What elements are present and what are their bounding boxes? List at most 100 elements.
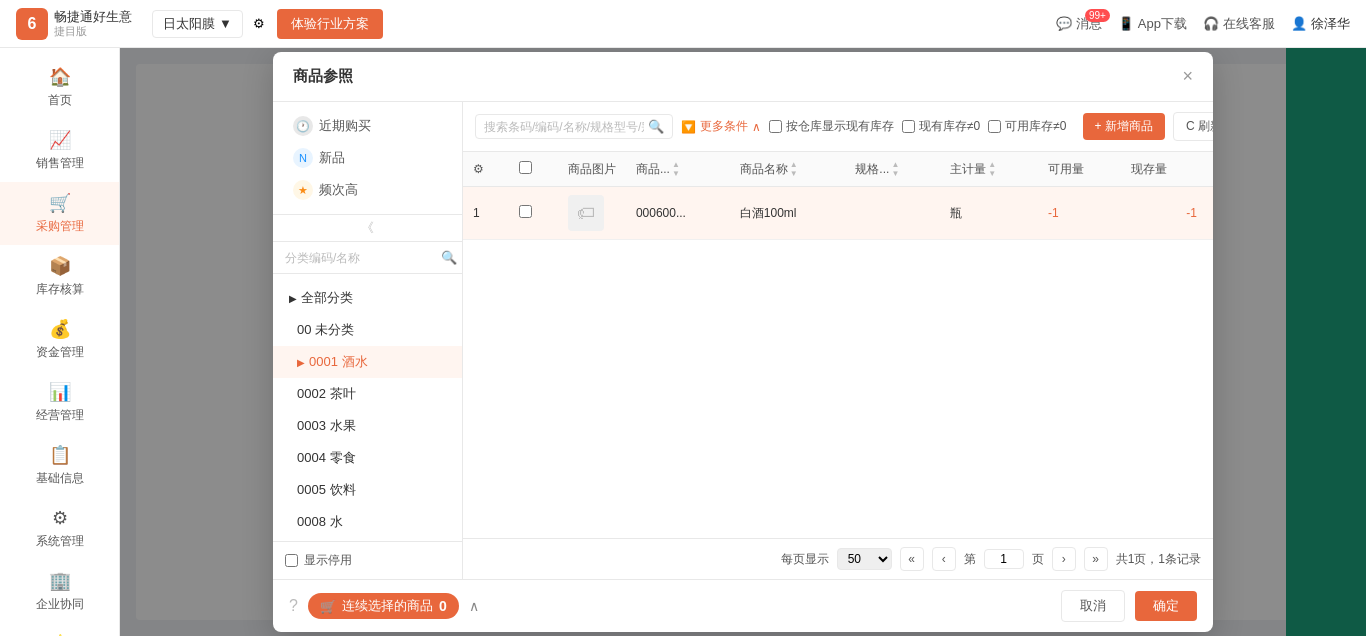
new-product-icon: N	[293, 148, 313, 168]
sidebar-item-home[interactable]: 🏠 首页	[0, 56, 119, 119]
sidebar-item-purchase[interactable]: 🛒 采购管理	[0, 182, 119, 245]
cat-item-tea[interactable]: 0002 茶叶	[273, 378, 462, 410]
row-checkbox[interactable]	[519, 205, 532, 218]
enterprise-icon: 🏢	[49, 570, 71, 592]
sidebar-item-inventory[interactable]: 📦 库存核算	[0, 245, 119, 308]
logo-area: 6 畅捷通好生意 捷目版	[16, 8, 132, 40]
modal-title: 商品参照	[293, 67, 353, 86]
refresh-btn[interactable]: C 刷新	[1173, 112, 1213, 141]
per-page-select[interactable]: 50 100 200	[837, 548, 892, 570]
app-download-btn[interactable]: 📱 App下载	[1118, 15, 1187, 33]
system-icon: ⚙	[52, 507, 68, 529]
modal-footer: ? 🛒 连续选择的商品 0 ∧ 取消 确定	[273, 579, 1213, 632]
page-next-btn[interactable]: ›	[1052, 547, 1076, 571]
messages-btn[interactable]: 💬 消息 99+	[1056, 15, 1102, 33]
col-settings[interactable]: ⚙	[463, 152, 509, 187]
sales-icon: 📈	[49, 129, 71, 151]
sidebar-item-home-label: 首页	[48, 92, 72, 109]
continuous-select-label: 连续选择的商品	[342, 597, 433, 615]
category-search-input[interactable]	[285, 251, 435, 265]
category-search-icon[interactable]: 🔍	[441, 250, 457, 265]
confirm-btn[interactable]: 确定	[1135, 591, 1197, 621]
page-number-input[interactable]	[984, 549, 1024, 569]
main-layout: 🏠 首页 📈 销售管理 🛒 采购管理 📦 库存核算 💰 资金管理 📊 经营管理 …	[0, 48, 1366, 636]
col-usable[interactable]: 可用量	[1038, 152, 1121, 187]
cart-badge-btn[interactable]: 🛒 连续选择的商品 0	[308, 593, 459, 619]
cat-item-water[interactable]: 0008 水	[273, 506, 462, 538]
product-thumb: 🏷	[568, 195, 604, 231]
stock-ne0-checkbox[interactable]	[902, 120, 915, 133]
quick-item-new[interactable]: N 新品	[285, 142, 450, 174]
quick-item-recent[interactable]: 🕐 近期购买	[285, 110, 450, 142]
cat-item-all[interactable]: ▶ 全部分类	[273, 282, 462, 314]
warehouse-stock-checkbox-label[interactable]: 按仓库显示现有库存	[769, 118, 894, 135]
sidebar-item-basic-info[interactable]: 📋 基础信息	[0, 434, 119, 497]
cart-icon: 🛒	[320, 599, 336, 614]
operations-icon: 📊	[49, 381, 71, 403]
topbar-actions: 💬 消息 99+ 📱 App下载 🎧 在线客服 👤 徐泽华	[1056, 15, 1350, 33]
page-last-btn[interactable]: »	[1084, 547, 1108, 571]
store-selector[interactable]: 日太阳膜 ▼	[152, 10, 243, 38]
product-table-body: 1 🏷	[463, 187, 1213, 240]
table-row[interactable]: 1 🏷	[463, 187, 1213, 240]
row-unit: 瓶	[940, 187, 1038, 240]
usable-ne0-checkbox-label[interactable]: 可用库存≠0	[988, 118, 1066, 135]
stock-ne0-checkbox-label[interactable]: 现有库存≠0	[902, 118, 980, 135]
brand-name: 畅捷通好生意 捷目版	[54, 9, 132, 38]
inventory-icon: 📦	[49, 255, 71, 277]
topbar: 6 畅捷通好生意 捷目版 日太阳膜 ▼ ⚙ 体验行业方案 💬 消息 99+ 📱 …	[0, 0, 1366, 48]
page-prev-btn[interactable]: ‹	[932, 547, 956, 571]
sidebar-item-system[interactable]: ⚙ 系统管理	[0, 497, 119, 560]
sidebar-item-guide[interactable]: 🌟 新手引导	[0, 623, 119, 636]
cat-item-fruit[interactable]: 0003 水果	[273, 410, 462, 442]
per-page-label: 每页显示	[781, 551, 829, 568]
sidebar-item-finance[interactable]: 💰 资金管理	[0, 308, 119, 371]
sidebar-item-finance-label: 资金管理	[36, 344, 84, 361]
sidebar-item-sales[interactable]: 📈 销售管理	[0, 119, 119, 182]
modal-close-btn[interactable]: ×	[1182, 66, 1193, 87]
product-search-icon[interactable]: 🔍	[648, 119, 664, 134]
add-product-btn[interactable]: + 新增商品	[1083, 113, 1165, 140]
row-num: 1	[463, 187, 509, 240]
logo-icon: 6	[16, 8, 48, 40]
sidebar-item-basic-info-label: 基础信息	[36, 470, 84, 487]
product-search-input[interactable]	[484, 120, 644, 134]
filter-more-btn[interactable]: 🔽 更多条件 ∧	[681, 118, 761, 135]
category-search: 🔍	[273, 242, 462, 274]
industry-solution-btn[interactable]: 体验行业方案	[277, 9, 383, 39]
col-product-code[interactable]: 商品... ▲▼	[626, 152, 730, 187]
help-icon[interactable]: ?	[289, 597, 298, 615]
row-img-cell: 🏷	[558, 187, 626, 240]
user-avatar[interactable]: 👤 徐泽华	[1291, 15, 1350, 33]
cat-item-beverage[interactable]: 0005 饮料	[273, 474, 462, 506]
page-first-btn[interactable]: «	[900, 547, 924, 571]
sidebar-item-operations[interactable]: 📊 经营管理	[0, 371, 119, 434]
gear-button[interactable]: ⚙	[253, 16, 265, 31]
col-stock[interactable]: 现存量	[1121, 152, 1213, 187]
cat-item-liquor[interactable]: ▶ 0001 酒水	[273, 346, 462, 378]
product-data-table: ⚙ 商品图片	[463, 152, 1213, 240]
recent-purchase-icon: 🕐	[293, 116, 313, 136]
warehouse-stock-checkbox[interactable]	[769, 120, 782, 133]
cart-count: 0	[439, 598, 447, 614]
cat-item-snack[interactable]: 0004 零食	[273, 442, 462, 474]
footer-collapse-btn[interactable]: ∧	[469, 598, 479, 614]
cancel-btn[interactable]: 取消	[1061, 590, 1125, 622]
product-table: ⚙ 商品图片	[463, 152, 1213, 538]
select-all-checkbox[interactable]	[519, 161, 532, 174]
col-product-name[interactable]: 商品名称 ▲▼	[730, 152, 846, 187]
sidebar-item-enterprise[interactable]: 🏢 企业协同	[0, 560, 119, 623]
cat-item-uncategorized[interactable]: 00 未分类	[273, 314, 462, 346]
modal-header: 商品参照 ×	[273, 52, 1213, 102]
sidebar-item-operations-label: 经营管理	[36, 407, 84, 424]
page-suffix-text: 页	[1032, 551, 1044, 568]
quick-item-frequent[interactable]: ★ 频次高	[285, 174, 450, 206]
sidebar: 🏠 首页 📈 销售管理 🛒 采购管理 📦 库存核算 💰 资金管理 📊 经营管理 …	[0, 48, 120, 636]
col-unit[interactable]: 主计量 ▲▼	[940, 152, 1038, 187]
show-disabled-checkbox[interactable]	[285, 554, 298, 567]
category-collapse-btn[interactable]: 《	[273, 215, 462, 242]
home-icon: 🏠	[49, 66, 71, 88]
usable-ne0-checkbox[interactable]	[988, 120, 1001, 133]
online-service-btn[interactable]: 🎧 在线客服	[1203, 15, 1275, 33]
col-spec[interactable]: 规格... ▲▼	[845, 152, 940, 187]
